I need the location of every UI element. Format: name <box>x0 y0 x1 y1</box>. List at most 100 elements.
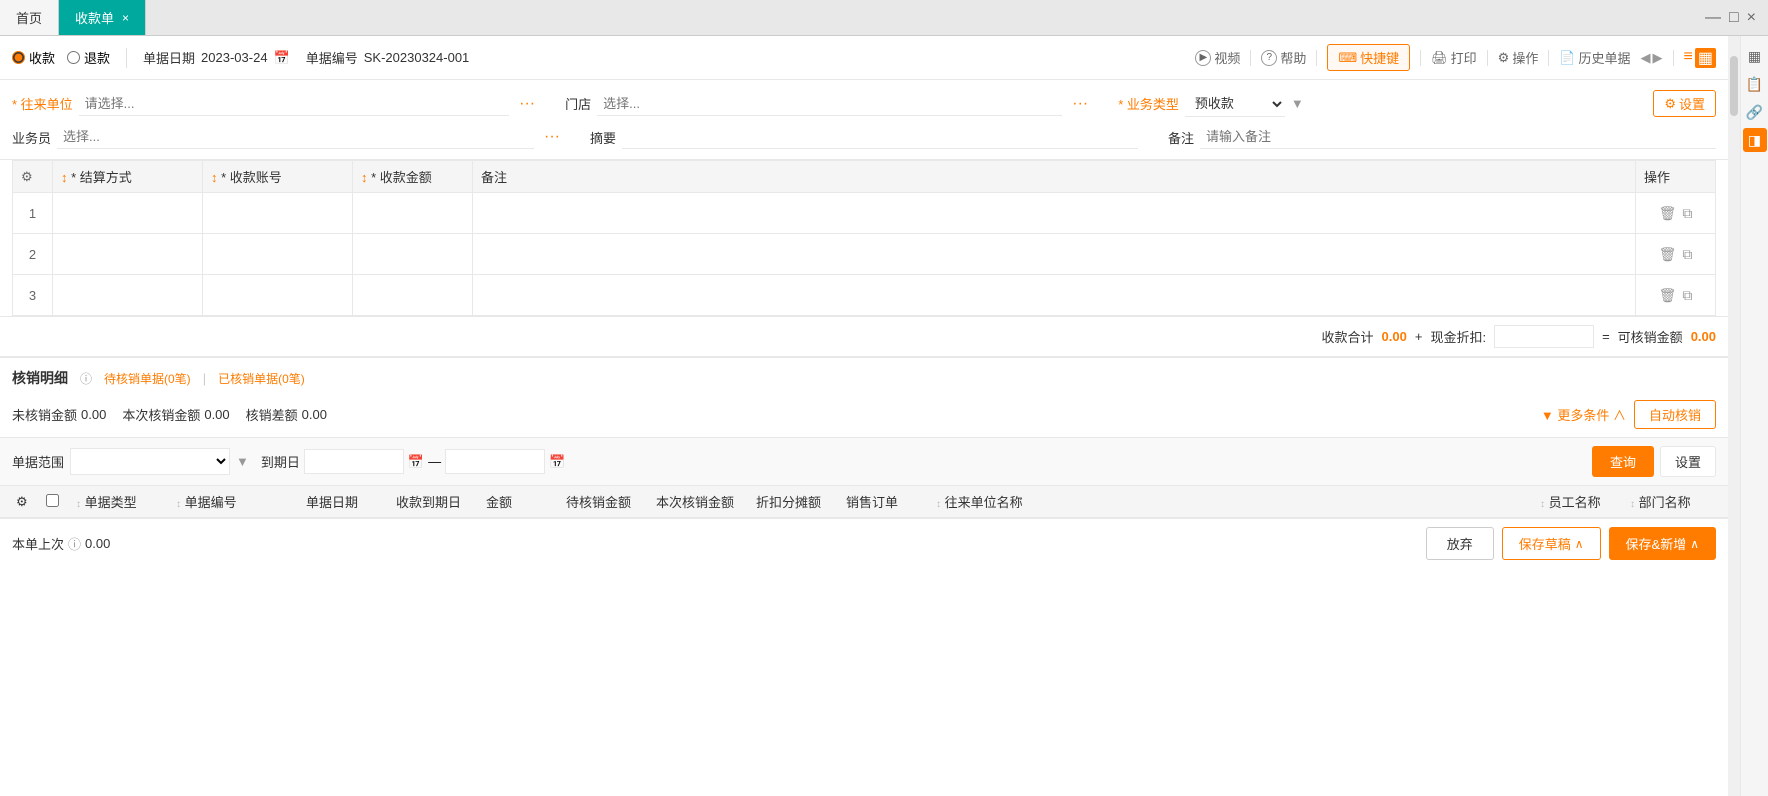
copy-icon-2[interactable]: ⧉ <box>1682 246 1692 263</box>
nav-prev-button[interactable]: ◀ <box>1641 50 1651 66</box>
operation-button[interactable]: ⚙ 操作 <box>1498 48 1539 67</box>
form-row-1: * 往来单位 ··· 门店 ··· * 业务类型 预收款 <box>12 90 1716 117</box>
remark-cell-2[interactable] <box>473 234 1636 275</box>
auto-verify-button[interactable]: 自动核销 <box>1634 400 1716 429</box>
partner-input[interactable] <box>79 92 509 116</box>
collapse-icon[interactable]: ∧ <box>1613 408 1626 423</box>
col-action-header: 操作 <box>1636 161 1716 193</box>
col-gear-verif[interactable]: ⚙ <box>12 494 42 510</box>
delete-icon-2[interactable]: 🗑 <box>1659 246 1677 263</box>
scrollbar-thumb[interactable] <box>1730 56 1738 116</box>
biz-type-select[interactable]: 预收款 <box>1185 91 1285 117</box>
sidebar-table-icon[interactable]: ▦ <box>1743 44 1767 68</box>
date-to-input[interactable]: 2022-04-12 <box>445 449 545 474</box>
col-gear-header[interactable]: ⚙ <box>13 161 53 193</box>
shortcut-button[interactable]: ⌨ 快捷键 <box>1327 44 1410 71</box>
query-button[interactable]: 查询 <box>1592 446 1654 477</box>
radio-receipt[interactable]: 收款 <box>12 48 55 67</box>
col-this: 本次核销金额 <box>652 492 752 511</box>
help-button[interactable]: ? 帮助 <box>1261 48 1306 67</box>
tr-divider4 <box>1487 50 1488 66</box>
notes-input[interactable] <box>1200 125 1716 149</box>
amount-cell-2[interactable] <box>353 234 473 275</box>
print-button[interactable]: 🖨 打印 <box>1431 48 1477 67</box>
operation-icon: ⚙ <box>1498 50 1510 66</box>
radio-refund[interactable]: 退款 <box>67 48 110 67</box>
col-num: ↕ 单据编号 <box>172 492 302 511</box>
summary-input[interactable] <box>622 125 1138 149</box>
col-account-header: ↕ * 收款账号 <box>203 161 353 193</box>
staff-input[interactable] <box>57 125 534 149</box>
action-cell-1: 🗑 ⧉ <box>1636 193 1715 233</box>
settle-cell-2[interactable] <box>53 234 203 275</box>
close-window-button[interactable]: × <box>1747 9 1756 27</box>
calendar-from-icon[interactable]: 📅 <box>408 454 424 470</box>
save-new-button[interactable]: 保存&新增 ∧ <box>1609 527 1716 560</box>
select-all-checkbox[interactable] <box>46 494 59 507</box>
uncancelled-stat: 未核销金额 0.00 <box>12 405 106 424</box>
video-button[interactable]: ▶ 视频 <box>1195 48 1240 67</box>
account-cell-2[interactable] <box>203 234 353 275</box>
abandon-button[interactable]: 放弃 <box>1426 527 1494 560</box>
copy-icon-3[interactable]: ⧉ <box>1682 287 1692 304</box>
pending-tab[interactable]: 待核销单据(0笔) <box>104 370 191 387</box>
bottom-info: 本单上次 ⓘ 0.00 <box>12 534 110 553</box>
account-cell-3[interactable] <box>203 275 353 316</box>
filter-icon[interactable]: ▼ <box>1541 408 1554 423</box>
delete-icon-1[interactable]: 🗑 <box>1659 205 1677 222</box>
staff-more-button[interactable]: ··· <box>544 128 560 146</box>
date-from-input[interactable]: 2022-04-01 <box>304 449 404 474</box>
sidebar-link-icon[interactable]: 🔗 <box>1743 100 1767 124</box>
scrollbar[interactable] <box>1728 36 1740 796</box>
sidebar-doc-icon[interactable]: 📋 <box>1743 72 1767 96</box>
amount-cell-3[interactable] <box>353 275 473 316</box>
settle-cell-1[interactable] <box>53 193 203 234</box>
form-section: * 往来单位 ··· 门店 ··· * 业务类型 预收款 <box>0 80 1728 160</box>
date-value: 2023-03-24 <box>201 50 268 65</box>
amount-cell-1[interactable] <box>353 193 473 234</box>
calendar-icon[interactable]: 📅 <box>274 50 290 66</box>
biz-type-field: * 业务类型 预收款 ▼ <box>1118 91 1641 117</box>
remark-cell-1[interactable] <box>473 193 1636 234</box>
tab-active[interactable]: 收款单 × <box>59 0 146 35</box>
store-input[interactable] <box>597 92 1062 116</box>
verif-setting-button[interactable]: 设置 <box>1660 446 1716 477</box>
print-icon: 🖨 <box>1431 50 1448 66</box>
toolbar-divider <box>126 48 127 68</box>
minimize-button[interactable]: — <box>1705 9 1721 27</box>
bottom-buttons: 放弃 保存草稿 ∧ 保存&新增 ∧ <box>1426 527 1716 560</box>
history-button[interactable]: 📄 历史单据 <box>1559 48 1630 67</box>
info-icon[interactable]: ⓘ <box>68 534 81 553</box>
table-gear-icon[interactable]: ⚙ <box>21 169 33 184</box>
settle-cell-3[interactable] <box>53 275 203 316</box>
grid-view-button[interactable]: ▦ <box>1695 48 1716 68</box>
sidebar-expand-icon[interactable]: ◨ <box>1743 128 1767 152</box>
help-icon: ? <box>1261 50 1277 66</box>
filter-area: ▼ 更多条件 ∧ <box>1541 405 1626 424</box>
store-more-button[interactable]: ··· <box>1072 95 1088 113</box>
tab-close-button[interactable]: × <box>122 11 129 25</box>
delete-icon-3[interactable]: 🗑 <box>1659 287 1677 304</box>
date-range-separator: — <box>428 454 441 469</box>
verif-info-icon[interactable]: ⓘ <box>80 370 92 387</box>
range-select[interactable] <box>70 448 230 475</box>
more-conditions-label[interactable]: 更多条件 <box>1557 408 1609 423</box>
setting-button[interactable]: ⚙ 设置 <box>1653 90 1716 117</box>
verified-tab[interactable]: 已核销单据(0笔) <box>218 370 305 387</box>
range-dropdown-icon: ▼ <box>236 454 249 469</box>
remark-cell-3[interactable] <box>473 275 1636 316</box>
account-cell-1[interactable] <box>203 193 353 234</box>
partner-more-button[interactable]: ··· <box>519 95 535 113</box>
maximize-button[interactable]: □ <box>1729 9 1739 27</box>
tab-home[interactable]: 首页 <box>0 0 59 35</box>
right-sidebar: ▦ 📋 🔗 ◨ <box>1740 36 1768 796</box>
nav-next-button[interactable]: ▶ <box>1653 50 1663 66</box>
list-view-button[interactable]: ≡ <box>1684 48 1693 68</box>
copy-icon-1[interactable]: ⧉ <box>1682 205 1692 222</box>
tr-divider3 <box>1420 50 1421 66</box>
save-draft-button[interactable]: 保存草稿 ∧ <box>1502 527 1601 560</box>
calendar-to-icon[interactable]: 📅 <box>549 454 565 470</box>
history-icon: 📄 <box>1559 50 1575 66</box>
verif-gear-icon[interactable]: ⚙ <box>16 494 28 509</box>
discount-input[interactable] <box>1494 325 1594 348</box>
